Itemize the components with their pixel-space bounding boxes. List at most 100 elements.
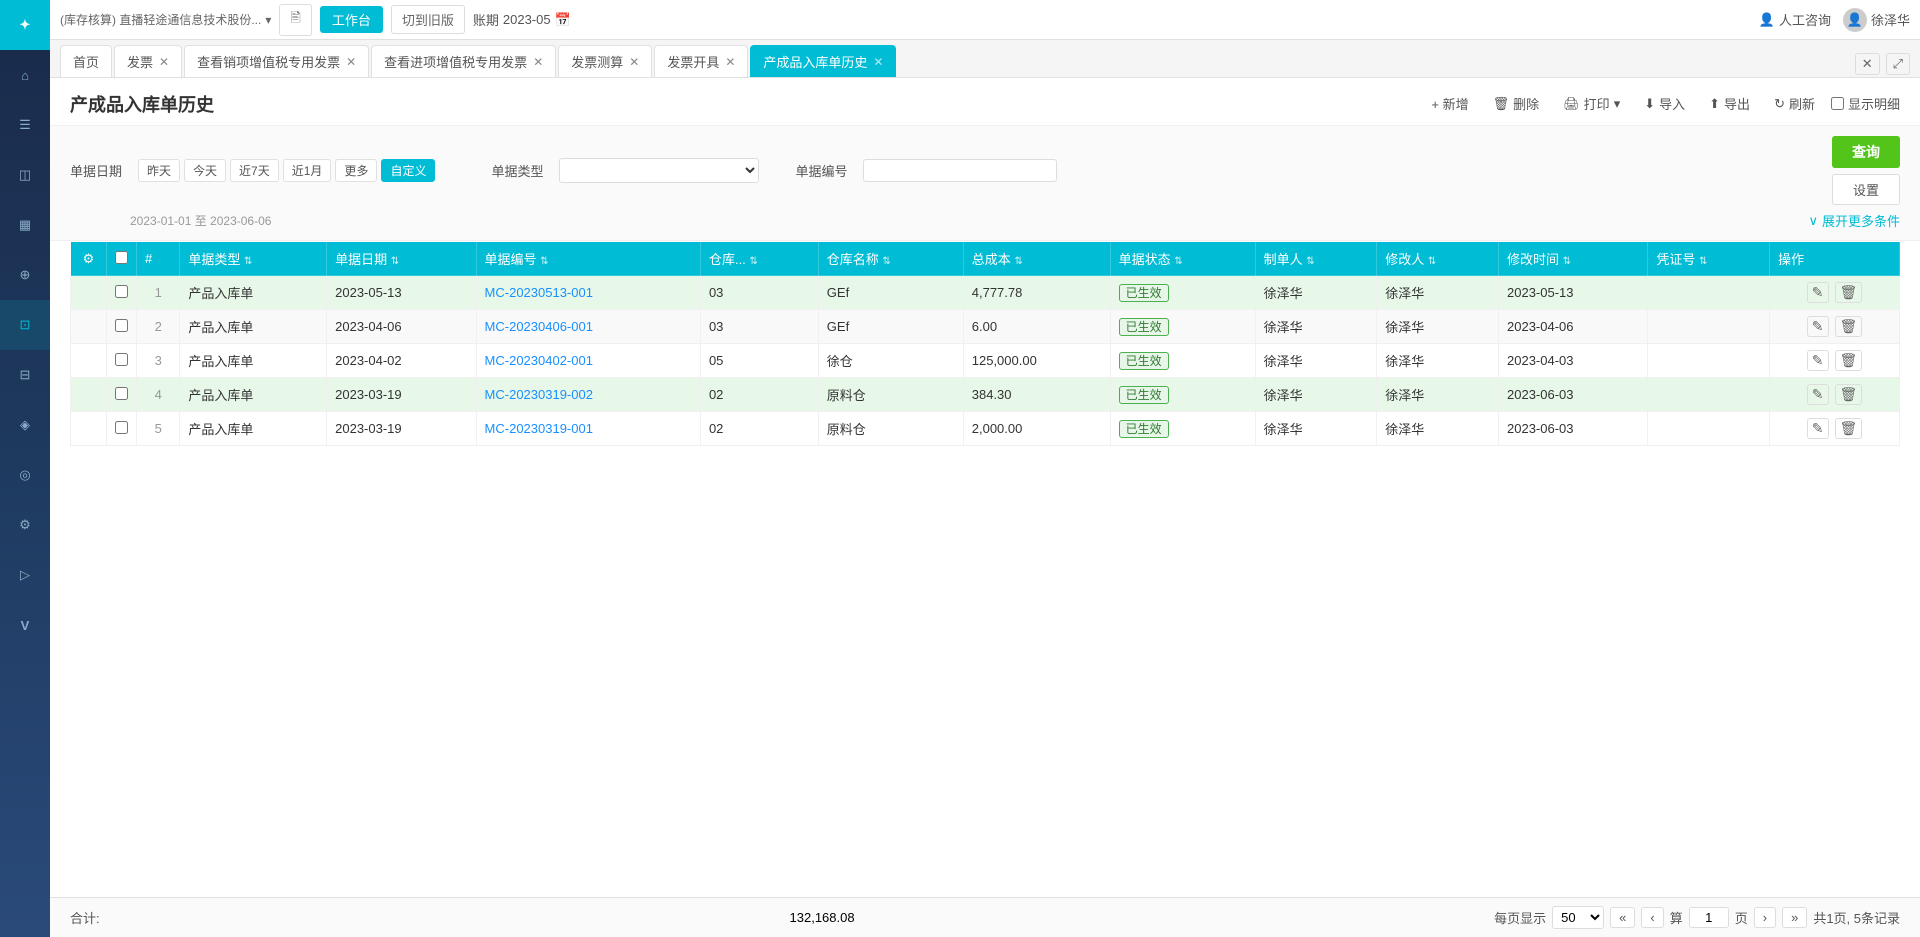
- import-button[interactable]: ⬇ 导入: [1636, 90, 1693, 117]
- sidebar-item-home[interactable]: ⌂: [0, 50, 50, 100]
- row-doc-no-link-0[interactable]: MC-20230513-001: [485, 285, 593, 300]
- row-doc-no-link-3[interactable]: MC-20230319-002: [485, 387, 593, 402]
- col-doc-type[interactable]: 单据类型 ⇅: [180, 242, 327, 276]
- row-checkbox-4[interactable]: [107, 412, 137, 446]
- row-delete-icon-1[interactable]: 🗑: [1835, 316, 1863, 337]
- print-dropdown-icon[interactable]: ▾: [1614, 96, 1621, 112]
- col-settings[interactable]: ⚙: [71, 242, 107, 276]
- date-btn-1month[interactable]: 近1月: [283, 159, 332, 182]
- col-warehouse-name[interactable]: 仓库名称 ⇅: [818, 242, 963, 276]
- row-doc-no-1[interactable]: MC-20230406-001: [476, 310, 700, 344]
- col-doc-date[interactable]: 单据日期 ⇅: [327, 242, 476, 276]
- print-icon-btn[interactable]: 🖹: [279, 4, 311, 36]
- sidebar-item-video[interactable]: ▷: [0, 550, 50, 600]
- date-btn-today[interactable]: 今天: [184, 159, 226, 182]
- support-link[interactable]: 👤 人工咨询: [1759, 10, 1831, 29]
- tab-invoice-close[interactable]: ✕: [159, 55, 169, 69]
- expand-tabs-btn[interactable]: ⤢: [1886, 53, 1910, 75]
- col-checkbox[interactable]: [107, 242, 137, 276]
- tab-purchase-vat[interactable]: 查看进项增值税专用发票 ✕: [371, 45, 556, 77]
- prev-page-btn[interactable]: ‹: [1641, 907, 1663, 928]
- page-number-input[interactable]: [1689, 907, 1729, 928]
- new-button[interactable]: + 新增: [1423, 90, 1476, 117]
- tab-sales-vat-close[interactable]: ✕: [346, 55, 356, 69]
- row-edit-icon-2[interactable]: ✎: [1807, 350, 1829, 371]
- export-button[interactable]: ⬆ 导出: [1701, 90, 1758, 117]
- show-detail-checkbox[interactable]: [1831, 97, 1844, 110]
- row-edit-icon-1[interactable]: ✎: [1807, 316, 1829, 337]
- row-edit-icon-0[interactable]: ✎: [1807, 282, 1829, 303]
- tab-invoice-calc-close[interactable]: ✕: [629, 55, 639, 69]
- date-btn-7days[interactable]: 近7天: [230, 159, 279, 182]
- tab-product-warehouse[interactable]: 产成品入库单历史 ✕: [750, 45, 896, 77]
- row-doc-no-link-2[interactable]: MC-20230402-001: [485, 353, 593, 368]
- row-edit-icon-4[interactable]: ✎: [1807, 418, 1829, 439]
- tab-sales-vat[interactable]: 查看销项增值税专用发票 ✕: [184, 45, 369, 77]
- sidebar-item-settings2[interactable]: ⊟: [0, 350, 50, 400]
- show-detail-toggle[interactable]: 显示明细: [1831, 94, 1900, 113]
- user-menu[interactable]: 👤 徐泽华: [1843, 8, 1910, 32]
- col-warehouse-code[interactable]: 仓库... ⇅: [700, 242, 818, 276]
- sidebar-item-purchase[interactable]: ◎: [0, 450, 50, 500]
- row-check-3[interactable]: [115, 387, 128, 400]
- tab-invoice-open[interactable]: 发票开具 ✕: [654, 45, 748, 77]
- date-btn-more[interactable]: 更多: [335, 159, 377, 182]
- query-button[interactable]: 查询: [1832, 136, 1900, 168]
- sidebar-item-docs[interactable]: ☰: [0, 100, 50, 150]
- switch-version-button[interactable]: 切到旧版: [391, 5, 465, 34]
- last-page-btn[interactable]: »: [1782, 907, 1807, 928]
- sidebar-item-archive[interactable]: ⊕: [0, 250, 50, 300]
- doc-type-select[interactable]: [559, 158, 759, 183]
- company-dropdown-icon[interactable]: ▾: [265, 13, 271, 27]
- sidebar-item-reports[interactable]: ◫: [0, 150, 50, 200]
- col-modifier[interactable]: 修改人 ⇅: [1377, 242, 1499, 276]
- row-doc-no-3[interactable]: MC-20230319-002: [476, 378, 700, 412]
- next-page-btn[interactable]: ›: [1754, 907, 1776, 928]
- tab-purchase-vat-close[interactable]: ✕: [533, 55, 543, 69]
- tab-invoice-open-close[interactable]: ✕: [725, 55, 735, 69]
- sidebar-item-config[interactable]: ⚙: [0, 500, 50, 550]
- col-voucher-no[interactable]: 凭证号 ⇅: [1648, 242, 1770, 276]
- expand-filter-btn[interactable]: ∨ 展开更多条件: [1808, 211, 1900, 230]
- date-btn-custom[interactable]: 自定义: [381, 159, 435, 182]
- row-check-0[interactable]: [115, 285, 128, 298]
- col-doc-no[interactable]: 单据编号 ⇅: [476, 242, 700, 276]
- row-checkbox-2[interactable]: [107, 344, 137, 378]
- workbench-button[interactable]: 工作台: [320, 6, 383, 33]
- sidebar-item-analytics[interactable]: ▦: [0, 200, 50, 250]
- refresh-button[interactable]: ↻ 刷新: [1766, 90, 1823, 117]
- row-delete-icon-2[interactable]: 🗑: [1835, 350, 1863, 371]
- row-checkbox-3[interactable]: [107, 378, 137, 412]
- row-check-2[interactable]: [115, 353, 128, 366]
- page-size-select[interactable]: 50 10 20 100: [1552, 906, 1604, 929]
- tab-invoice[interactable]: 发票 ✕: [114, 45, 182, 77]
- print-button[interactable]: 🖨 打印 ▾: [1555, 90, 1628, 117]
- tab-home[interactable]: 首页: [60, 45, 112, 77]
- calendar-icon[interactable]: 📅: [555, 12, 571, 28]
- row-edit-icon-3[interactable]: ✎: [1807, 384, 1829, 405]
- row-doc-no-0[interactable]: MC-20230513-001: [476, 276, 700, 310]
- close-all-tabs-btn[interactable]: ✕: [1855, 53, 1880, 75]
- row-doc-no-link-4[interactable]: MC-20230319-001: [485, 421, 593, 436]
- col-creator[interactable]: 制单人 ⇅: [1255, 242, 1377, 276]
- date-btn-yesterday[interactable]: 昨天: [138, 159, 180, 182]
- row-doc-no-link-1[interactable]: MC-20230406-001: [485, 319, 593, 334]
- row-checkbox-0[interactable]: [107, 276, 137, 310]
- row-check-1[interactable]: [115, 319, 128, 332]
- row-doc-no-4[interactable]: MC-20230319-001: [476, 412, 700, 446]
- row-checkbox-1[interactable]: [107, 310, 137, 344]
- row-check-4[interactable]: [115, 421, 128, 434]
- select-all-checkbox[interactable]: [115, 251, 128, 264]
- col-modify-time[interactable]: 修改时间 ⇅: [1499, 242, 1648, 276]
- company-selector[interactable]: (库存核算) 直播轻途通信息技术股份... ▾: [60, 11, 271, 28]
- first-page-btn[interactable]: «: [1610, 907, 1635, 928]
- row-delete-icon-0[interactable]: 🗑: [1835, 282, 1863, 303]
- sidebar-item-receipts[interactable]: ◈: [0, 400, 50, 450]
- set-button[interactable]: 设置: [1832, 174, 1900, 205]
- delete-button[interactable]: 🗑 删除: [1485, 90, 1548, 117]
- row-doc-no-2[interactable]: MC-20230402-001: [476, 344, 700, 378]
- tab-product-warehouse-close[interactable]: ✕: [873, 55, 883, 69]
- sidebar-item-version[interactable]: V: [0, 600, 50, 650]
- col-doc-status[interactable]: 单据状态 ⇅: [1110, 242, 1255, 276]
- row-delete-icon-4[interactable]: 🗑: [1835, 418, 1863, 439]
